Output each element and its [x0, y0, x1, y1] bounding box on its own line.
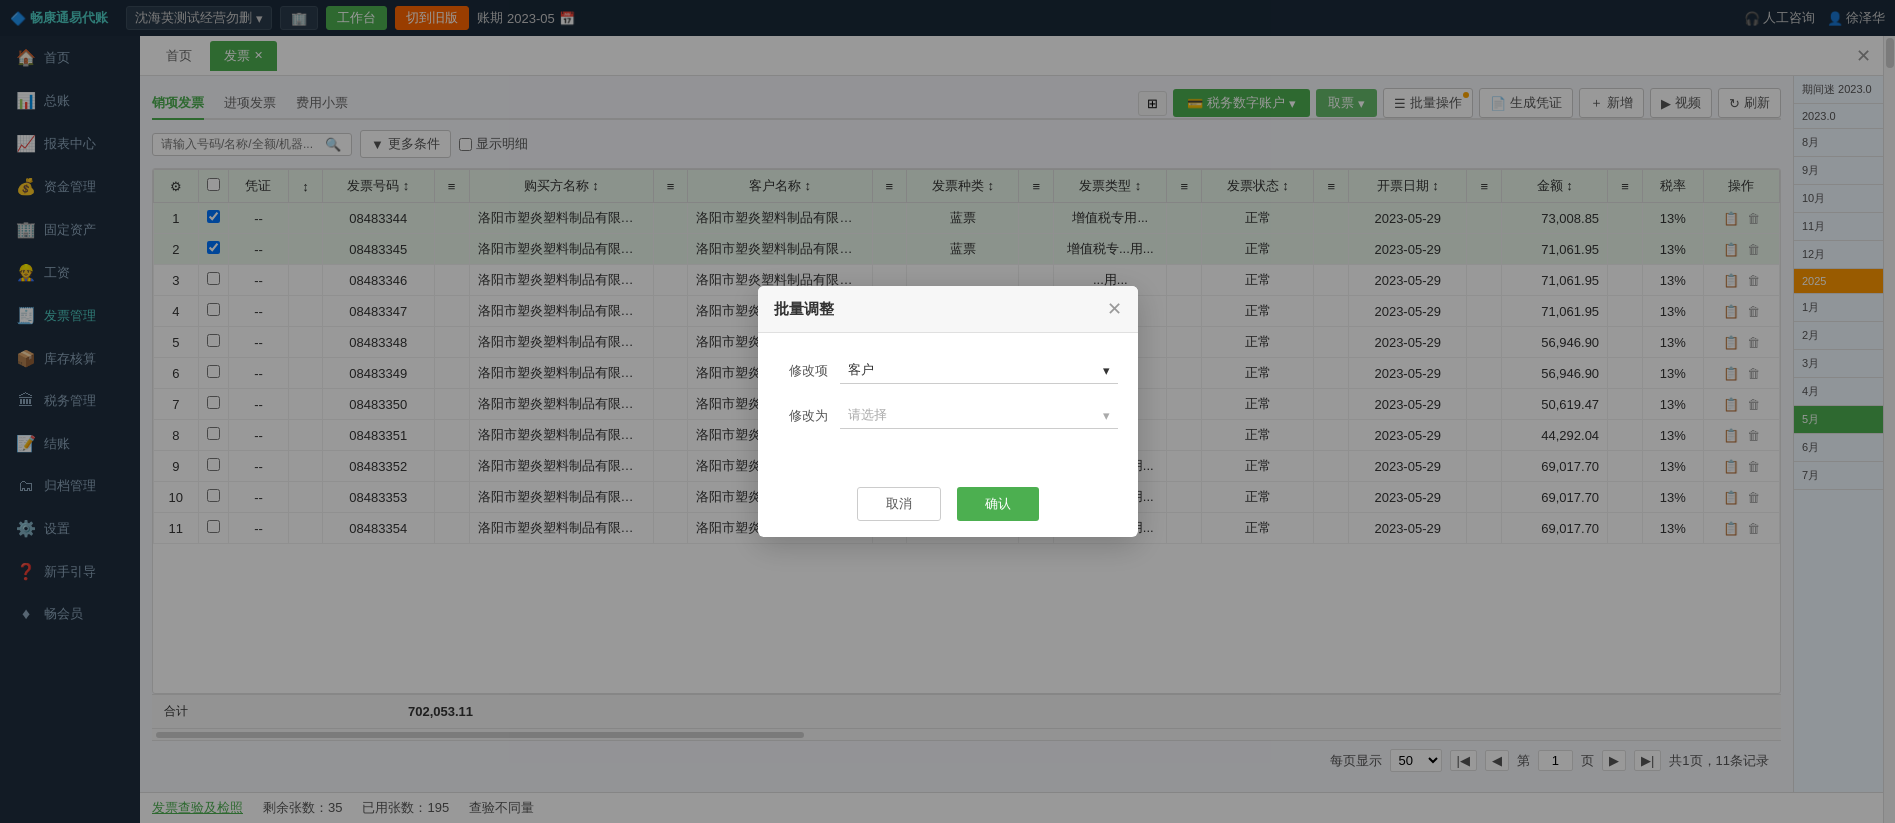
modal-footer: 取消 确认 — [758, 471, 1138, 537]
value-select[interactable]: 请选择 ▾ — [840, 402, 1118, 429]
modal-body: 修改项 客户 ▾ 修改为 请选择 ▾ — [758, 333, 1138, 471]
field-select[interactable]: 客户 ▾ — [840, 357, 1118, 384]
chevron-down-icon2: ▾ — [1103, 408, 1110, 423]
modal-header: 批量调整 ✕ — [758, 286, 1138, 333]
cancel-btn[interactable]: 取消 — [857, 487, 941, 521]
value-placeholder: 请选择 — [848, 406, 887, 424]
confirm-btn[interactable]: 确认 — [957, 487, 1039, 521]
modal-close-btn[interactable]: ✕ — [1107, 298, 1122, 320]
field-label: 修改项 — [778, 362, 828, 380]
batch-adjust-modal: 批量调整 ✕ 修改项 客户 ▾ 修改为 请选择 ▾ 取消 确认 — [758, 286, 1138, 537]
modal-title: 批量调整 — [774, 300, 834, 319]
chevron-down-icon: ▾ — [1103, 363, 1110, 378]
modal-overlay[interactable]: 批量调整 ✕ 修改项 客户 ▾ 修改为 请选择 ▾ 取消 确认 — [0, 0, 1895, 823]
field-value: 客户 — [848, 361, 874, 379]
value-row: 修改为 请选择 ▾ — [778, 402, 1118, 429]
value-label: 修改为 — [778, 407, 828, 425]
field-row: 修改项 客户 ▾ — [778, 357, 1118, 384]
